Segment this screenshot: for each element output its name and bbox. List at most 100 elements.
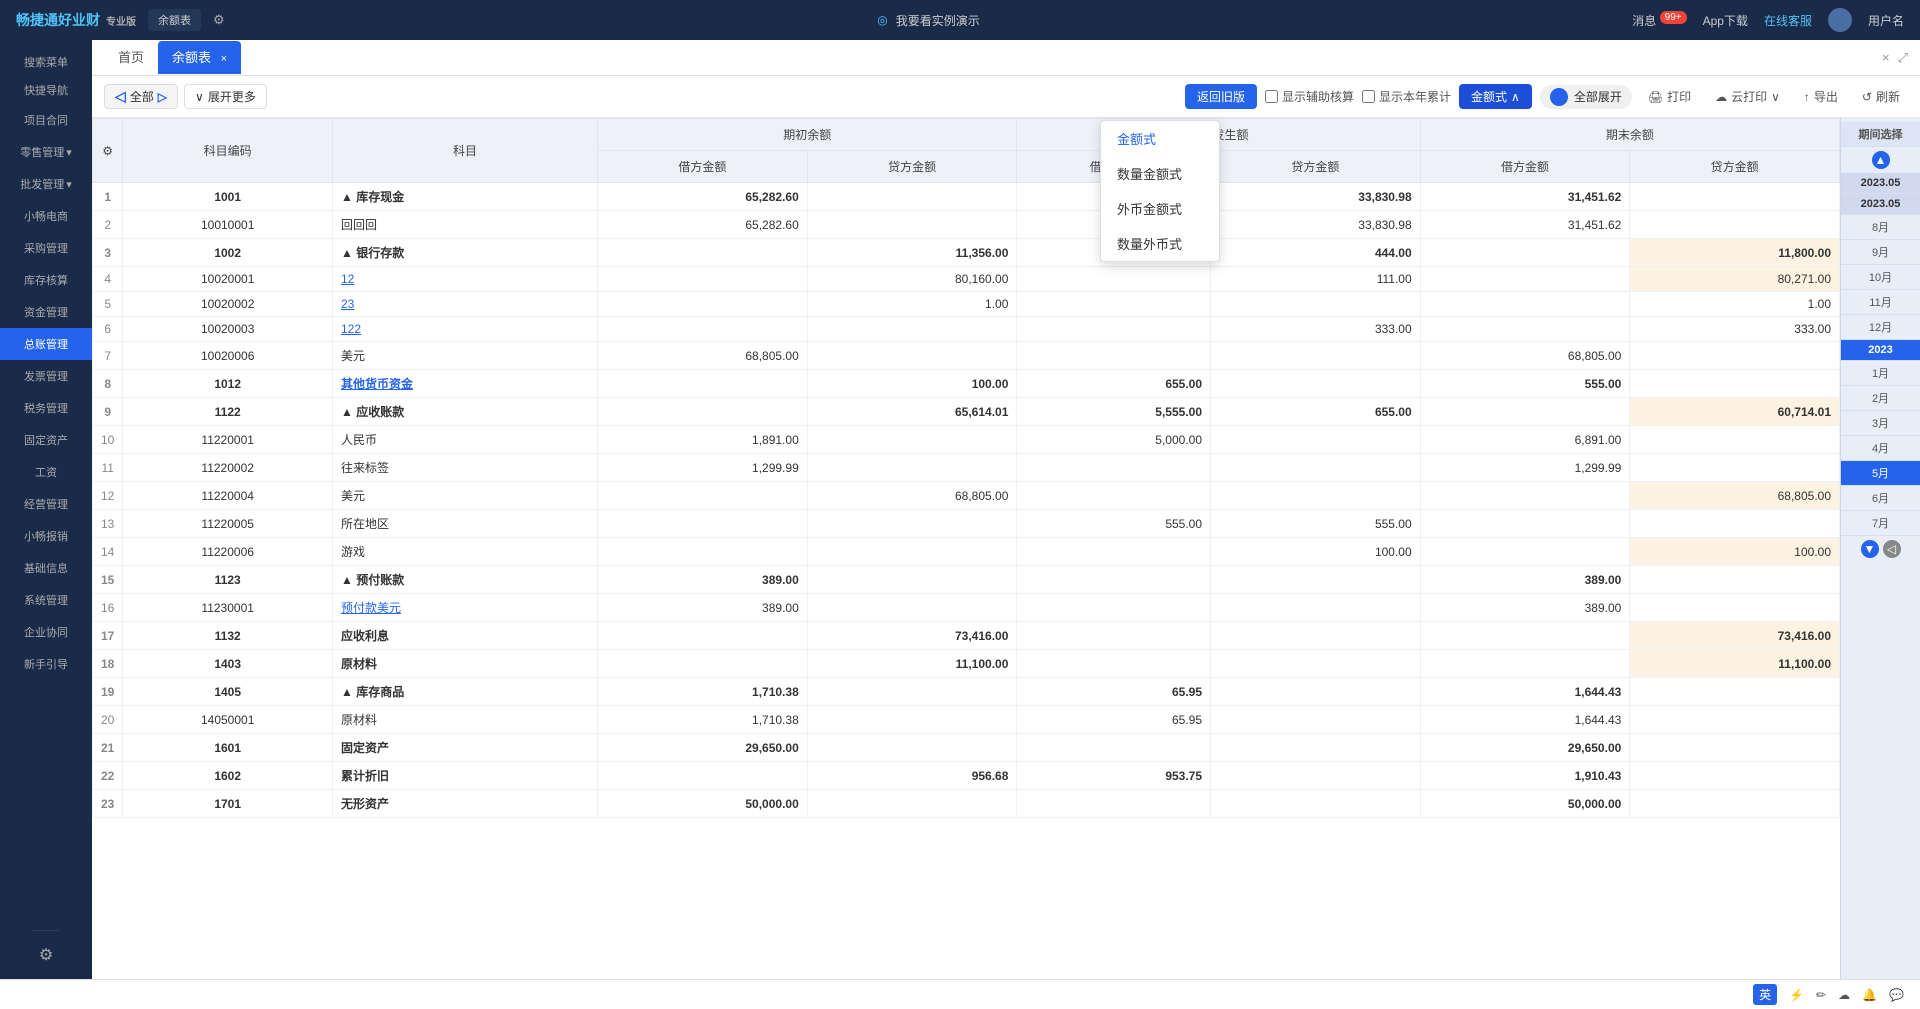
app-download-btn[interactable]: App下载 [1703, 12, 1748, 29]
sidebar-item-guide[interactable]: 新手引导 [0, 648, 92, 680]
period-oct[interactable]: 10月 [1841, 265, 1920, 290]
period-aug[interactable]: 8月 [1841, 215, 1920, 240]
period-apr[interactable]: 4月 [1841, 436, 1920, 461]
row-num: 23 [93, 790, 123, 818]
table-row: 22 1602 累计折旧 956.68 953.75 1,910.43 [93, 762, 1840, 790]
msg-btn[interactable]: 消息 99+ [1632, 12, 1686, 29]
ytd-checkbox[interactable] [1362, 90, 1375, 103]
sidebar-item-purchase[interactable]: 采购管理 [0, 232, 92, 264]
sidebar-item-invoice[interactable]: 发票管理 [0, 360, 92, 392]
sidebar-item-collab[interactable]: 企业协同 [0, 616, 92, 648]
sidebar-item-assets[interactable]: 固定资产 [0, 424, 92, 456]
bottom-lightning-icon[interactable]: ⚡ [1789, 988, 1804, 1002]
account-name[interactable]: 122 [333, 317, 598, 342]
sidebar-settings-icon[interactable]: ⚙ [33, 939, 59, 971]
row-num: 17 [93, 622, 123, 650]
period-dec[interactable]: 12月 [1841, 315, 1920, 340]
period-2023-end[interactable]: 2023.05 [1841, 194, 1920, 215]
sidebar-item-system[interactable]: 系统管理 [0, 584, 92, 616]
sidebar-item-expenses[interactable]: 小畅报销 [0, 520, 92, 552]
period-credit [1211, 734, 1421, 762]
opening-credit: 1.00 [807, 292, 1017, 317]
account-code: 11220006 [123, 538, 333, 566]
table-row: 12 11220004 美元 68,805.00 68,805.00 [93, 482, 1840, 510]
refresh-btn[interactable]: ↺ 刷新 [1854, 84, 1908, 109]
period-nov[interactable]: 11月 [1841, 290, 1920, 315]
sidebar-item-finance[interactable]: 资金管理 [0, 296, 92, 328]
sidebar-item-tax[interactable]: 税务管理 [0, 392, 92, 424]
period-credit: 33,830.98 [1211, 211, 1421, 239]
period-2023-start[interactable]: 2023.05 [1841, 173, 1920, 194]
period-up-btn[interactable]: ▲ [1872, 151, 1890, 169]
bottom-chat-icon[interactable]: 💬 [1889, 988, 1904, 1002]
sidebar-item-wholesale[interactable]: 批发管理 ▾ [0, 168, 92, 200]
export-btn[interactable]: ↑ 导出 [1796, 84, 1846, 109]
tab-balance[interactable]: 余额表 × [158, 41, 241, 74]
period-jul[interactable]: 7月 [1841, 511, 1920, 536]
account-name[interactable]: 23 [333, 292, 598, 317]
th-settings[interactable]: ⚙ [93, 119, 123, 183]
account-name[interactable]: 12 [333, 267, 598, 292]
period-collapse-btn[interactable]: ◁ [1883, 540, 1901, 558]
sidebar-item-ledger[interactable]: 总账管理 [0, 328, 92, 360]
sidebar-item-basic[interactable]: 基础信息 [0, 552, 92, 584]
tab-expand-btn[interactable]: ⤢ [1898, 50, 1908, 66]
expand-all-toggle[interactable]: 全部展开 [1540, 85, 1632, 109]
user-avatar[interactable] [1828, 8, 1852, 32]
account-code: 1001 [123, 183, 333, 211]
format-option-qty-foreign[interactable]: 数量外币式 [1101, 226, 1219, 261]
account-code: 11220001 [123, 426, 333, 454]
account-name: 游戏 [333, 538, 598, 566]
period-jan[interactable]: 1月 [1841, 361, 1920, 386]
bottom-lang-btn[interactable]: 英 [1753, 984, 1777, 1005]
demo-text[interactable]: 我要看实例演示 [896, 12, 980, 29]
bottom-bell-icon[interactable]: 🔔 [1862, 988, 1877, 1002]
table-row: 6 10020003 122 333.00 333.00 [93, 317, 1840, 342]
tab-close-btn[interactable]: × [221, 53, 227, 65]
period-credit [1211, 370, 1421, 398]
sidebar-item-retail[interactable]: 零售管理 ▾ [0, 136, 92, 168]
period-feb[interactable]: 2月 [1841, 386, 1920, 411]
expand-more-btn[interactable]: ∨ 展开更多 [184, 84, 267, 109]
sidebar-item-inventory[interactable]: 库存核算 [0, 264, 92, 296]
opening-credit [807, 183, 1017, 211]
cloud-print-label: 云打印 [1731, 88, 1767, 105]
account-name[interactable]: 其他货币资金 [333, 370, 598, 398]
closing-debit [1420, 267, 1630, 292]
aux-accounting-checkbox[interactable] [1265, 90, 1278, 103]
period-down-btn[interactable]: ▼ [1861, 540, 1879, 558]
period-sep[interactable]: 9月 [1841, 240, 1920, 265]
period-mar[interactable]: 3月 [1841, 411, 1920, 436]
account-name: 人民币 [333, 426, 598, 454]
closing-debit [1420, 398, 1630, 426]
print-btn[interactable]: 🖨 打印 [1640, 84, 1699, 109]
sidebar-quick-nav[interactable]: 快捷导航 [24, 76, 68, 104]
closing-debit: 50,000.00 [1420, 790, 1630, 818]
closing-credit [1630, 454, 1840, 482]
account-name[interactable]: 预付款美元 [333, 594, 598, 622]
sidebar-item-payroll[interactable]: 工资 [0, 456, 92, 488]
period-2023-year[interactable]: 2023 [1841, 340, 1920, 361]
sidebar-search[interactable]: 搜索菜单 [24, 48, 68, 76]
online-service-btn[interactable]: 在线客服 [1764, 12, 1812, 29]
user-name[interactable]: 用户名 [1868, 12, 1904, 29]
sidebar-item-ecommerce[interactable]: 小畅电商 [0, 200, 92, 232]
sidebar-item-project[interactable]: 项目合同 [0, 104, 92, 136]
format-option-qty-amount[interactable]: 数量金额式 [1101, 156, 1219, 191]
period-jun[interactable]: 6月 [1841, 486, 1920, 511]
bottom-edit-icon[interactable]: ✏ [1816, 988, 1826, 1002]
settings-icon[interactable]: ⚙ [213, 12, 225, 28]
format-dropdown-btn[interactable]: 金额式 ∧ [1459, 84, 1532, 109]
sidebar-item-operations[interactable]: 经营管理 [0, 488, 92, 520]
tab-home[interactable]: 首页 [104, 41, 158, 74]
period-collapse-top[interactable]: 期间选择 [1841, 122, 1920, 147]
filter-all-tag[interactable]: ◁ 全部 ▷ [104, 84, 178, 109]
period-may[interactable]: 5月 [1841, 461, 1920, 486]
format-option-foreign-amount[interactable]: 外币金额式 [1101, 191, 1219, 226]
tab-minimize-btn[interactable]: × [1882, 50, 1890, 65]
closing-debit [1420, 510, 1630, 538]
back-to-old-btn[interactable]: 返回旧版 [1185, 84, 1257, 109]
cloud-print-btn[interactable]: ☁ 云打印 ∨ [1707, 84, 1788, 109]
format-option-amount[interactable]: 金额式 [1101, 121, 1219, 156]
bottom-cloud-icon[interactable]: ☁ [1838, 988, 1850, 1002]
